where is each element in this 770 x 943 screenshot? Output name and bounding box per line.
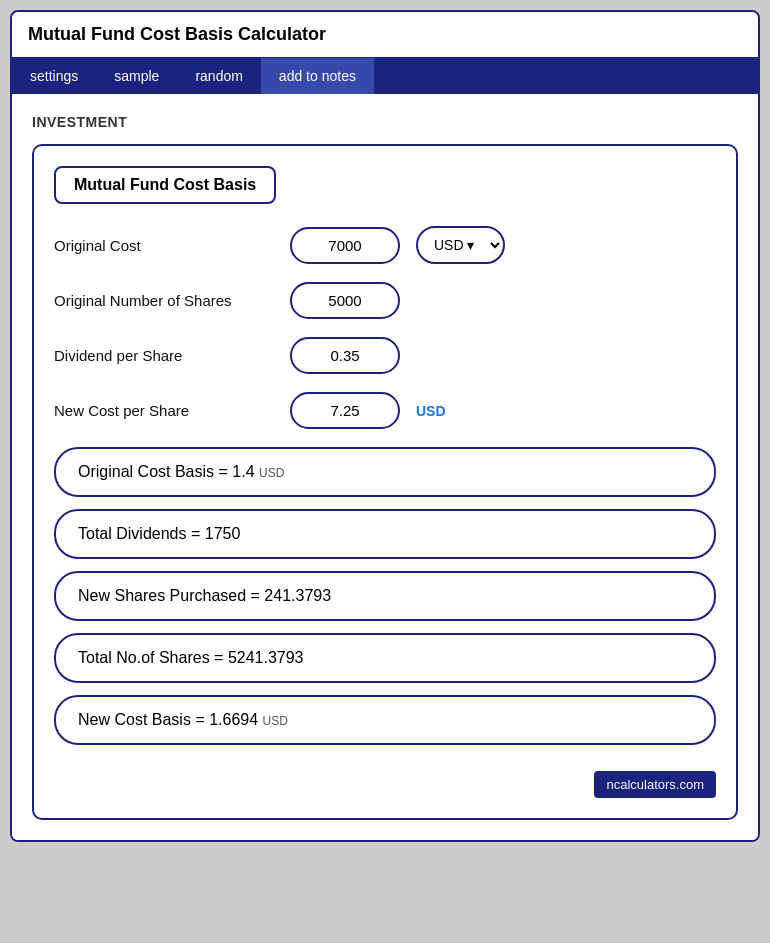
label-original-cost: Original Cost — [54, 235, 274, 256]
result-equals-2: = — [251, 587, 265, 604]
result-equals-1: = — [191, 525, 205, 542]
nav-random[interactable]: random — [177, 58, 260, 94]
app-title: Mutual Fund Cost Basis Calculator — [28, 24, 326, 44]
result-value-2: 241.3793 — [264, 587, 331, 604]
result-value-3: 5241.3793 — [228, 649, 304, 666]
title-bar: Mutual Fund Cost Basis Calculator — [12, 12, 758, 58]
currency-dropdown-original-cost[interactable]: USD ▾ EUR GBP — [416, 226, 505, 264]
calculator-title: Mutual Fund Cost Basis — [54, 166, 276, 204]
nav-add-to-notes[interactable]: add to notes — [261, 58, 374, 94]
label-original-shares: Original Number of Shares — [54, 290, 274, 311]
field-row-new-cost: New Cost per Share USD — [54, 392, 716, 429]
brand-label: ncalculators.com — [594, 771, 716, 798]
nav-bar: settings sample random add to notes — [12, 58, 758, 94]
label-new-cost: New Cost per Share — [54, 400, 274, 421]
result-equals-3: = — [214, 649, 228, 666]
field-row-dividend: Dividend per Share — [54, 337, 716, 374]
result-value-0: 1.4 — [232, 463, 254, 480]
field-row-original-shares: Original Number of Shares — [54, 282, 716, 319]
calculator-box: Mutual Fund Cost Basis Original Cost USD… — [32, 144, 738, 820]
nav-sample[interactable]: sample — [96, 58, 177, 94]
result-label-1: Total Dividends — [78, 525, 187, 542]
input-original-cost[interactable] — [290, 227, 400, 264]
result-label-3: Total No.of Shares — [78, 649, 210, 666]
result-unit-4: USD — [263, 714, 288, 728]
label-dividend: Dividend per Share — [54, 345, 274, 366]
result-label-2: New Shares Purchased — [78, 587, 246, 604]
result-total-dividends: Total Dividends = 1750 — [54, 509, 716, 559]
input-original-shares[interactable] — [290, 282, 400, 319]
result-label-4: New Cost Basis — [78, 711, 191, 728]
result-label-0: Original Cost Basis — [78, 463, 214, 480]
result-value-4: 1.6694 — [209, 711, 258, 728]
section-label: INVESTMENT — [32, 114, 738, 130]
result-equals-4: = — [195, 711, 209, 728]
result-new-shares: New Shares Purchased = 241.3793 — [54, 571, 716, 621]
result-total-shares: Total No.of Shares = 5241.3793 — [54, 633, 716, 683]
calculator-wrapper: Mutual Fund Cost Basis Calculator settin… — [10, 10, 760, 842]
content-area: INVESTMENT Mutual Fund Cost Basis Origin… — [12, 94, 758, 840]
footer-area: ncalculators.com — [54, 757, 716, 798]
nav-settings[interactable]: settings — [12, 58, 96, 94]
result-equals-0: = — [219, 463, 233, 480]
result-new-cost-basis: New Cost Basis = 1.6694 USD — [54, 695, 716, 745]
result-original-cost-basis: Original Cost Basis = 1.4 USD — [54, 447, 716, 497]
result-unit-0: USD — [259, 466, 284, 480]
currency-label-new-cost: USD — [416, 403, 446, 419]
field-row-original-cost: Original Cost USD ▾ EUR GBP — [54, 226, 716, 264]
result-value-1: 1750 — [205, 525, 241, 542]
input-new-cost[interactable] — [290, 392, 400, 429]
input-dividend[interactable] — [290, 337, 400, 374]
